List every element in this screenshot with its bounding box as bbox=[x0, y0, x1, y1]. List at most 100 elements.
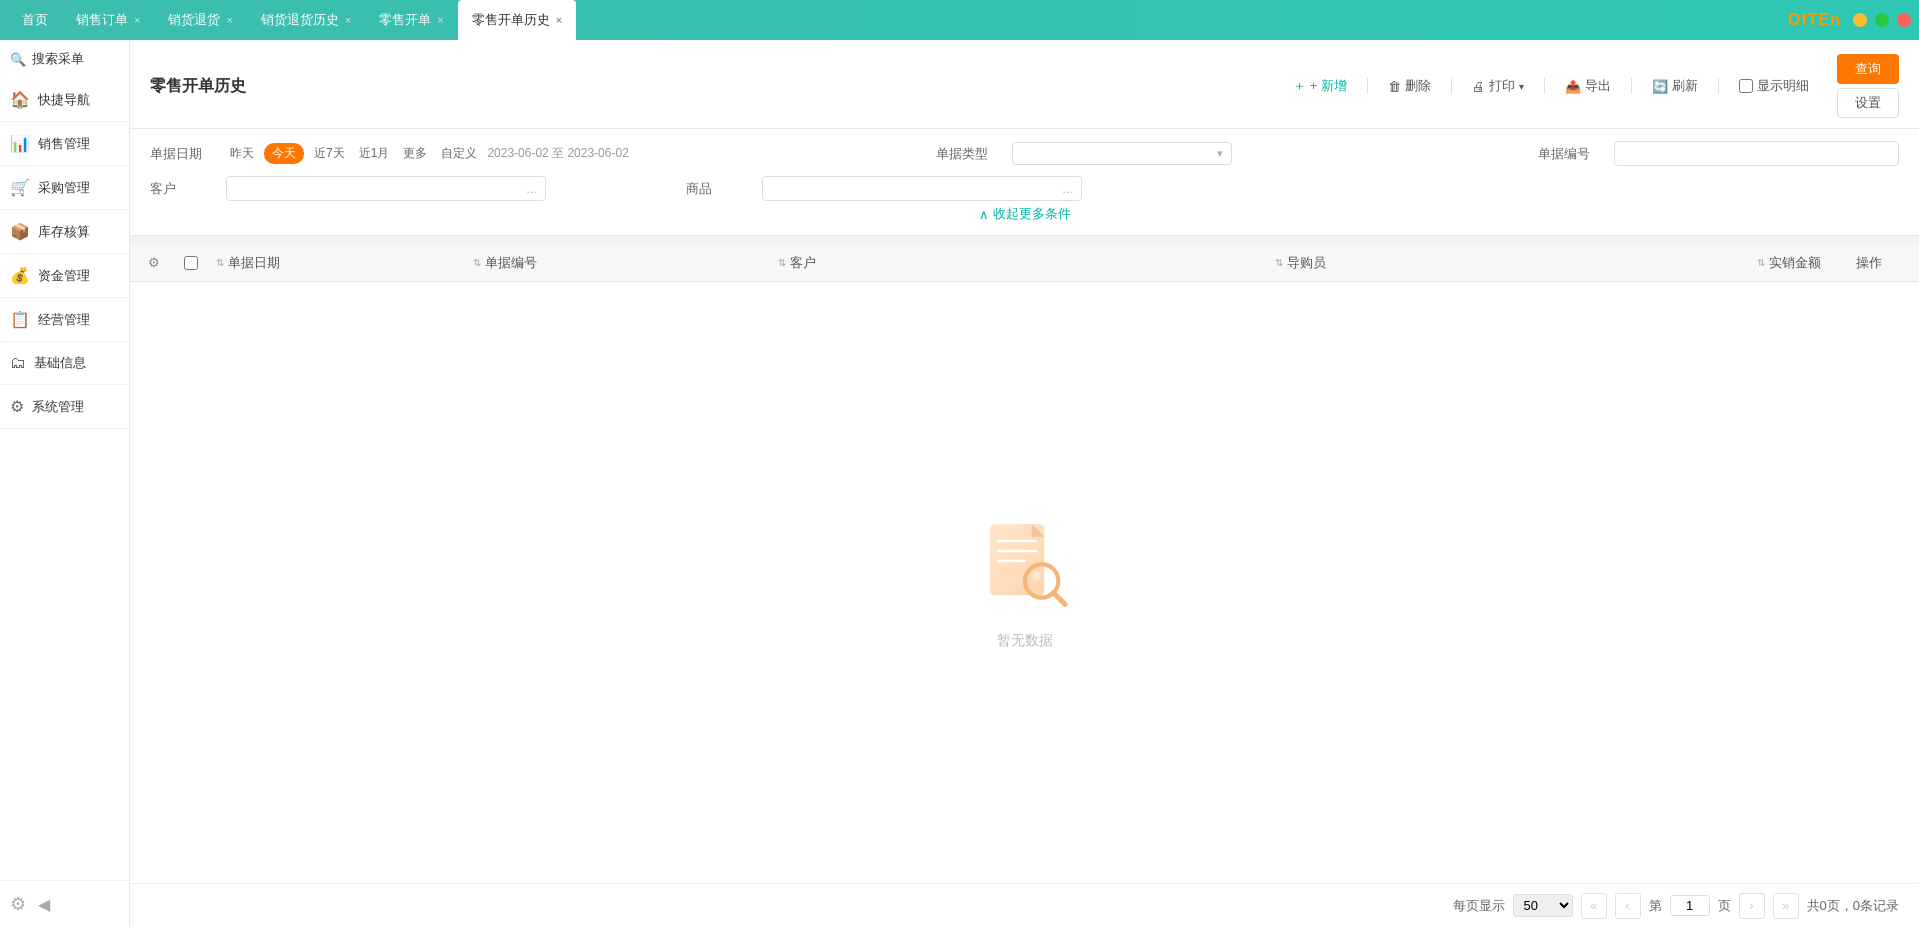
page-header: 零售开单历史 ＋ + 新增 🗑 删除 🖨 打印 ▾ bbox=[130, 40, 1919, 129]
select-all-checkbox[interactable] bbox=[184, 256, 198, 270]
tab-sales-return[interactable]: 销货退货 × bbox=[154, 0, 246, 40]
client-filter-select[interactable]: ... bbox=[226, 176, 546, 201]
column-op: 操作 bbox=[1829, 254, 1909, 272]
first-page-button[interactable]: « bbox=[1581, 893, 1607, 919]
add-label: + 新增 bbox=[1310, 77, 1347, 95]
tab-retail-open-history[interactable]: 零售开单历史 × bbox=[458, 0, 576, 40]
delete-button[interactable]: 🗑 删除 bbox=[1382, 73, 1437, 99]
refresh-button[interactable]: 🔄 刷新 bbox=[1646, 73, 1704, 99]
sidebar-search[interactable]: 🔍 搜索采单 bbox=[0, 40, 129, 78]
column-number[interactable]: ⇅ 单据编号 bbox=[465, 254, 770, 272]
date-1month[interactable]: 近1月 bbox=[355, 143, 394, 164]
chart-icon: 📊 bbox=[10, 134, 30, 153]
date-yesterday[interactable]: 昨天 bbox=[226, 143, 258, 164]
money-icon: 💰 bbox=[10, 266, 30, 285]
goods-dots: ... bbox=[1062, 181, 1073, 196]
column-client[interactable]: ⇅ 客户 bbox=[770, 254, 1268, 272]
tab-sales-return-close[interactable]: × bbox=[226, 14, 232, 26]
sidebar-item-quick-nav[interactable]: 🏠 快捷导航 bbox=[0, 78, 129, 122]
last-page-button[interactable]: » bbox=[1773, 893, 1799, 919]
top-bar: 首页 销售订单 × 销货退货 × 销货退货历史 × 零售开单 × 零售开单历史 … bbox=[0, 0, 1919, 40]
table-header: ⚙ ⇅ 单据日期 ⇅ 单据编号 ⇅ 客户 ⇅ 导购员 bbox=[130, 244, 1919, 282]
export-button[interactable]: 📤 导出 bbox=[1559, 73, 1617, 99]
number-filter-input[interactable] bbox=[1614, 141, 1899, 166]
content: 零售开单历史 ＋ + 新增 🗑 删除 🖨 打印 ▾ bbox=[130, 40, 1919, 927]
per-page-select[interactable]: 50 100 200 bbox=[1513, 894, 1573, 917]
delete-icon: 🗑 bbox=[1388, 79, 1401, 94]
column-settings-icon[interactable]: ⚙ bbox=[140, 255, 176, 270]
sort-amount-icon: ⇅ bbox=[1757, 257, 1765, 268]
next-page-button[interactable]: › bbox=[1739, 893, 1765, 919]
column-guide[interactable]: ⇅ 导购员 bbox=[1267, 254, 1572, 272]
query-button[interactable]: 查询 bbox=[1837, 54, 1899, 84]
type-filter-label: 单据类型 bbox=[936, 145, 992, 163]
sidebar-item-sales[interactable]: 📊 销售管理 bbox=[0, 122, 129, 166]
sidebar-item-purchase[interactable]: 🛒 采购管理 bbox=[0, 166, 129, 210]
empty-state: 暂无数据 bbox=[130, 282, 1919, 883]
clipboard-icon: 📋 bbox=[10, 310, 30, 329]
tab-retail-open-history-close[interactable]: × bbox=[556, 14, 562, 26]
tab-sales-order[interactable]: 销售订单 × bbox=[62, 0, 154, 40]
tab-retail-open-label: 零售开单 bbox=[379, 11, 431, 29]
column-amount[interactable]: ⇅ 实销金额 bbox=[1572, 254, 1829, 272]
win-min-btn[interactable] bbox=[1853, 13, 1867, 27]
sidebar-item-sales-label: 销售管理 bbox=[38, 135, 90, 153]
collapse-filter-button[interactable]: ∧ 收起更多条件 bbox=[150, 201, 1899, 223]
refresh-icon: 🔄 bbox=[1652, 79, 1668, 94]
column-number-label: 单据编号 bbox=[485, 254, 537, 272]
home-icon: 🏠 bbox=[10, 90, 30, 109]
tab-sales-return-label: 销货退货 bbox=[168, 11, 220, 29]
last-page-icon: » bbox=[1782, 898, 1789, 913]
cart-icon: 🛒 bbox=[10, 178, 30, 197]
tab-sales-order-close[interactable]: × bbox=[134, 14, 140, 26]
date-7days[interactable]: 近7天 bbox=[310, 143, 349, 164]
settings-icon[interactable]: ⚙ bbox=[10, 893, 26, 915]
sidebar-item-basic[interactable]: 🗂 基础信息 bbox=[0, 342, 129, 385]
sidebar-item-operation[interactable]: 📋 经营管理 bbox=[0, 298, 129, 342]
empty-illustration bbox=[975, 516, 1075, 616]
toolbar: ＋ + 新增 🗑 删除 🖨 打印 ▾ 📤 导出 bbox=[1287, 54, 1899, 118]
tab-sales-return-history[interactable]: 销货退货历史 × bbox=[247, 0, 365, 40]
tab-sales-order-label: 销售订单 bbox=[76, 11, 128, 29]
tab-sales-return-history-close[interactable]: × bbox=[345, 14, 351, 26]
column-checkbox[interactable] bbox=[176, 256, 208, 270]
folder-icon: 🗂 bbox=[10, 354, 26, 372]
page-input[interactable] bbox=[1670, 895, 1710, 916]
sidebar-item-finance[interactable]: 💰 资金管理 bbox=[0, 254, 129, 298]
tab-retail-open[interactable]: 零售开单 × bbox=[365, 0, 457, 40]
empty-text: 暂无数据 bbox=[997, 632, 1053, 650]
column-date[interactable]: ⇅ 单据日期 bbox=[208, 254, 465, 272]
sidebar-item-inventory-label: 库存核算 bbox=[38, 223, 90, 241]
sidebar-item-inventory[interactable]: 📦 库存核算 bbox=[0, 210, 129, 254]
date-more[interactable]: 更多 bbox=[399, 143, 431, 164]
gear-icon: ⚙ bbox=[10, 397, 24, 416]
sort-number-icon: ⇅ bbox=[473, 257, 481, 268]
sidebar-item-system[interactable]: ⚙ 系统管理 bbox=[0, 385, 129, 429]
display-detail-checkbox[interactable] bbox=[1739, 79, 1753, 93]
svg-point-7 bbox=[1032, 571, 1040, 579]
tab-home[interactable]: 首页 bbox=[8, 0, 62, 40]
type-filter-select[interactable]: ▾ bbox=[1012, 142, 1232, 165]
page-label: 第 bbox=[1649, 897, 1662, 915]
display-detail-button[interactable]: 显示明细 bbox=[1733, 73, 1815, 99]
column-op-label: 操作 bbox=[1856, 254, 1882, 272]
prev-page-icon: ‹ bbox=[1625, 898, 1629, 913]
setting-button[interactable]: 设置 bbox=[1837, 88, 1899, 118]
date-filter-label: 单据日期 bbox=[150, 145, 206, 163]
sort-client-icon: ⇅ bbox=[778, 257, 786, 268]
tab-retail-open-close[interactable]: × bbox=[437, 14, 443, 26]
filter-row-2: 客户 ... 商品 ... bbox=[150, 176, 1899, 201]
add-button[interactable]: ＋ + 新增 bbox=[1287, 73, 1353, 99]
divider-3 bbox=[1544, 78, 1545, 94]
date-custom[interactable]: 自定义 bbox=[437, 143, 481, 164]
goods-filter-select[interactable]: ... bbox=[762, 176, 1082, 201]
pagination: 每页显示 50 100 200 « ‹ 第 页 › bbox=[130, 883, 1919, 927]
table-area: ⚙ ⇅ 单据日期 ⇅ 单据编号 ⇅ 客户 ⇅ 导购员 bbox=[130, 244, 1919, 927]
win-close-btn[interactable] bbox=[1897, 13, 1911, 27]
prev-page-button[interactable]: ‹ bbox=[1615, 893, 1641, 919]
collapse-sidebar-icon[interactable]: ◀ bbox=[38, 895, 50, 914]
win-max-btn[interactable] bbox=[1875, 13, 1889, 27]
print-button[interactable]: 🖨 打印 ▾ bbox=[1466, 73, 1530, 99]
divider-4 bbox=[1631, 78, 1632, 94]
date-today[interactable]: 今天 bbox=[264, 143, 304, 164]
